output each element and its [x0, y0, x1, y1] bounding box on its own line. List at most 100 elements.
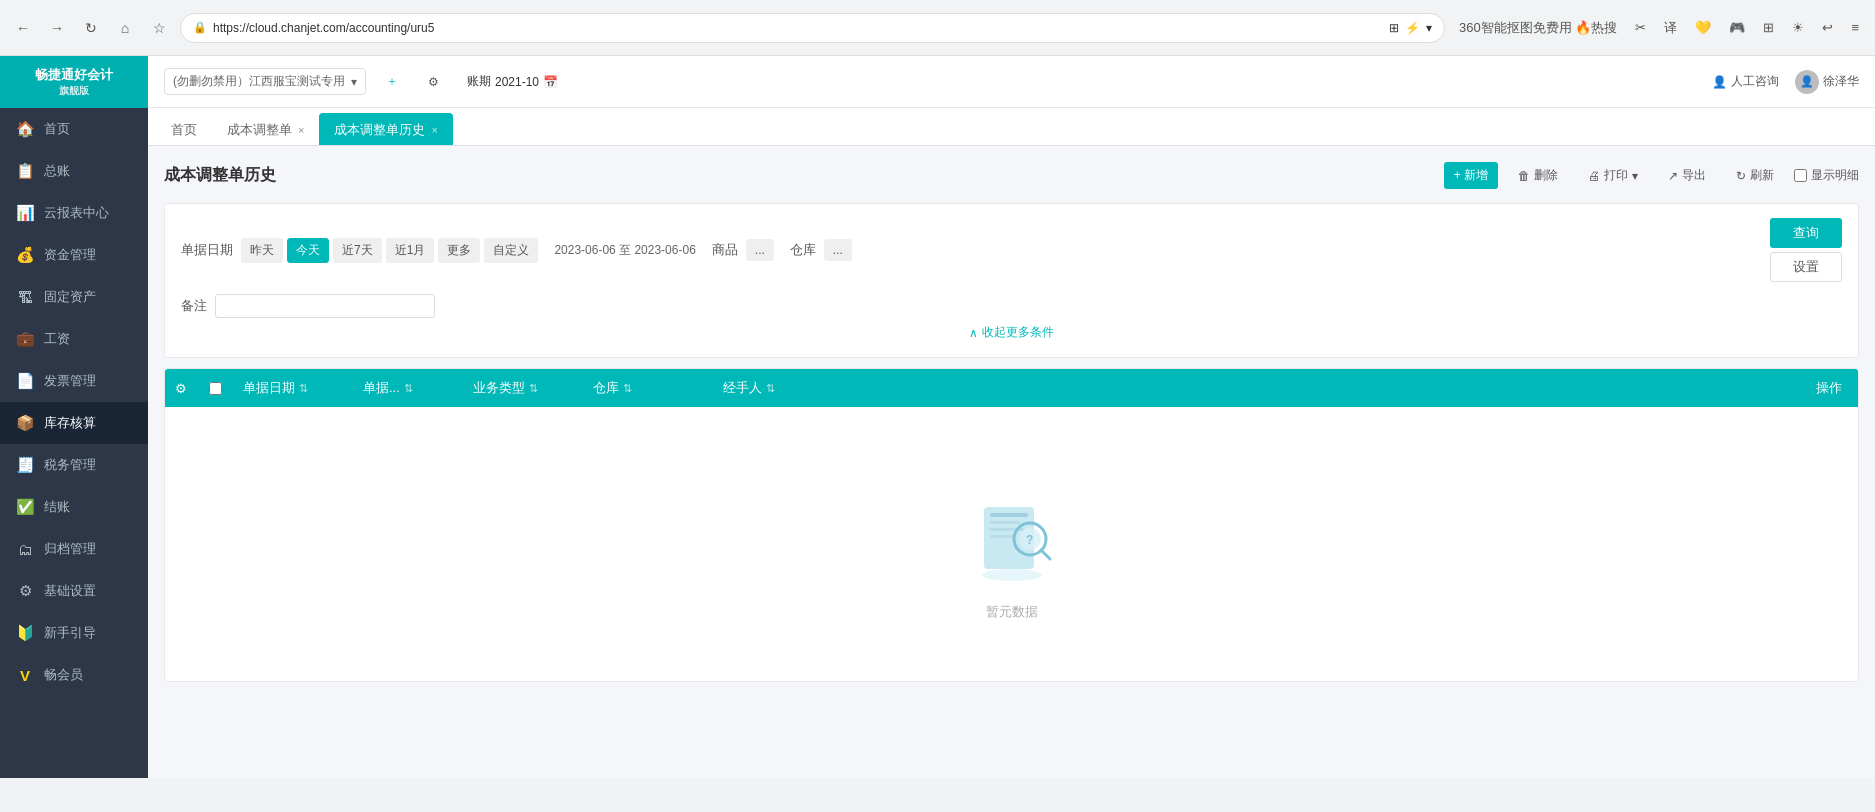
delete-btn[interactable]: 🗑 删除 — [1508, 162, 1568, 189]
tab-home[interactable]: 首页 — [156, 113, 212, 145]
home-button[interactable]: ⌂ — [112, 15, 138, 41]
table-select-all-checkbox[interactable] — [197, 382, 233, 395]
sidebar-item-archive[interactable]: 🗂 归档管理 — [0, 528, 148, 570]
sidebar-label-payroll: 工资 — [44, 330, 70, 348]
query-btn[interactable]: 查询 — [1770, 218, 1842, 248]
app-layout: 畅捷通好会计 旗舰版 🏠 首页 📋 总账 📊 云报表中心 💰 资金管理 🏗 — [0, 56, 1875, 778]
show-detail-input[interactable] — [1794, 169, 1807, 182]
sidebar-item-payroll[interactable]: 💼 工资 — [0, 318, 148, 360]
print-btn[interactable]: 🖨 打印 ▾ — [1578, 162, 1648, 189]
print-dropdown-icon: ▾ — [1632, 169, 1638, 183]
col-warehouse[interactable]: 仓库 — [583, 379, 713, 397]
sidebar-item-assets[interactable]: 🏗 固定资产 — [0, 276, 148, 318]
collapse-btn[interactable]: ∧ 收起更多条件 — [969, 324, 1054, 341]
sidebar-item-vip[interactable]: V 畅会员 — [0, 654, 148, 696]
svg-rect-2 — [990, 513, 1028, 517]
date-btn-7days[interactable]: 近7天 — [333, 238, 382, 263]
date-btn-today[interactable]: 今天 — [287, 238, 329, 263]
note-input[interactable] — [215, 294, 435, 318]
settings-company-btn[interactable]: ⚙ — [418, 70, 449, 94]
warehouse-filter-group: 仓库 ... — [790, 239, 852, 261]
warehouse-more-btn[interactable]: ... — [824, 239, 852, 261]
col-operator-label: 经手人 — [723, 379, 762, 397]
date-range-text: 2023-06-06 至 2023-06-06 — [554, 242, 695, 259]
tab-home-label: 首页 — [171, 121, 197, 139]
address-bar[interactable]: 🔒 https://cloud.chanjet.com/accounting/u… — [180, 13, 1445, 43]
bookmark-button[interactable]: ☆ — [146, 15, 172, 41]
col-date[interactable]: 单据日期 — [233, 379, 353, 397]
empty-svg: ? — [962, 487, 1062, 587]
settings-gear-btn[interactable]: ☀ — [1786, 16, 1810, 39]
guide-icon: 🔰 — [16, 624, 34, 642]
tab-history-close[interactable]: × — [431, 124, 437, 136]
add-company-btn[interactable]: ＋ — [376, 68, 408, 95]
delete-icon: 🗑 — [1518, 169, 1530, 183]
assets-icon: 🏗 — [16, 289, 34, 306]
new-btn[interactable]: + 新增 — [1444, 162, 1498, 189]
period-value: 2021-10 — [495, 75, 539, 89]
scissors-btn[interactable]: ✂ — [1629, 16, 1652, 39]
service-icon: 👤 — [1712, 75, 1727, 89]
col-operator[interactable]: 经手人 — [713, 379, 843, 397]
sidebar-item-ledger[interactable]: 📋 总账 — [0, 150, 148, 192]
sidebar-logo: 畅捷通好会计 旗舰版 — [0, 56, 148, 108]
ledger-icon: 📋 — [16, 162, 34, 180]
vip-icon: V — [16, 667, 34, 684]
show-detail-checkbox[interactable]: 显示明细 — [1794, 167, 1859, 184]
col-num[interactable]: 单据... — [353, 379, 463, 397]
tab-cost-adjust-close[interactable]: × — [298, 124, 304, 136]
select-all-input[interactable] — [209, 382, 222, 395]
wallet-btn[interactable]: 💛 — [1689, 16, 1717, 39]
search-tool-btn[interactable]: 360智能抠图免费用 🔥热搜 — [1453, 15, 1623, 41]
export-label: 导出 — [1682, 167, 1706, 184]
menu-btn[interactable]: ≡ — [1845, 16, 1865, 39]
sidebar-label-closing: 结账 — [44, 498, 70, 516]
sidebar-label-funds: 资金管理 — [44, 246, 96, 264]
sidebar-label-archive: 归档管理 — [44, 540, 96, 558]
user-menu[interactable]: 👤 徐泽华 — [1795, 70, 1859, 94]
user-name: 徐泽华 — [1823, 73, 1859, 90]
export-btn[interactable]: ↗ 导出 — [1658, 162, 1716, 189]
collapse-up-icon: ∧ — [969, 326, 978, 340]
archive-icon: 🗂 — [16, 541, 34, 558]
date-quick-buttons: 昨天 今天 近7天 近1月 更多 自定义 — [241, 238, 538, 263]
sidebar-item-reports[interactable]: 📊 云报表中心 — [0, 192, 148, 234]
goods-more-btn[interactable]: ... — [746, 239, 774, 261]
date-btn-1month[interactable]: 近1月 — [386, 238, 435, 263]
tab-cost-adjust[interactable]: 成本调整单 × — [212, 113, 319, 145]
back-button[interactable]: ← — [10, 15, 36, 41]
sidebar-item-home[interactable]: 🏠 首页 — [0, 108, 148, 150]
calendar-icon: 📅 — [543, 75, 558, 89]
sidebar-item-funds[interactable]: 💰 资金管理 — [0, 234, 148, 276]
date-btn-custom[interactable]: 自定义 — [484, 238, 538, 263]
filter-settings-btn[interactable]: 设置 — [1770, 252, 1842, 282]
filter-area: 单据日期 昨天 今天 近7天 近1月 更多 自定义 2023-06-06 至 2… — [164, 203, 1859, 358]
svg-text:?: ? — [1026, 533, 1033, 547]
undo-btn[interactable]: ↩ — [1816, 16, 1839, 39]
date-btn-more[interactable]: 更多 — [438, 238, 480, 263]
reload-button[interactable]: ↻ — [78, 15, 104, 41]
sidebar-item-settings[interactable]: ⚙ 基础设置 — [0, 570, 148, 612]
col-type[interactable]: 业务类型 — [463, 379, 583, 397]
svg-line-8 — [1041, 550, 1050, 559]
forward-button[interactable]: → — [44, 15, 70, 41]
game-btn[interactable]: 🎮 — [1723, 16, 1751, 39]
grid-btn[interactable]: ⊞ — [1757, 16, 1780, 39]
reports-icon: 📊 — [16, 204, 34, 222]
avatar-icon: 👤 — [1800, 75, 1814, 88]
tab-cost-adjust-history[interactable]: 成本调整单历史 × — [319, 113, 452, 145]
company-selector[interactable]: (勿删勿禁用）江西服宝测试专用 ▾ — [164, 68, 366, 95]
date-btn-yesterday[interactable]: 昨天 — [241, 238, 283, 263]
sidebar-item-tax[interactable]: 🧾 税务管理 — [0, 444, 148, 486]
sidebar-item-closing[interactable]: ✅ 结账 — [0, 486, 148, 528]
browser-tools: 360智能抠图免费用 🔥热搜 ✂ 译 💛 🎮 ⊞ ☀ ↩ ≡ — [1453, 15, 1865, 41]
refresh-btn[interactable]: ↻ 刷新 — [1726, 162, 1784, 189]
sidebar-item-guide[interactable]: 🔰 新手引导 — [0, 612, 148, 654]
extension-icon: ⚡ — [1405, 21, 1420, 35]
table-gear-icon[interactable]: ⚙ — [165, 381, 197, 396]
translate-btn[interactable]: 译 — [1658, 15, 1683, 41]
collapse-label: 收起更多条件 — [982, 324, 1054, 341]
service-button[interactable]: 👤 人工咨询 — [1712, 73, 1779, 90]
sidebar-item-invoice[interactable]: 📄 发票管理 — [0, 360, 148, 402]
sidebar-item-inventory[interactable]: 📦 库存核算 — [0, 402, 148, 444]
